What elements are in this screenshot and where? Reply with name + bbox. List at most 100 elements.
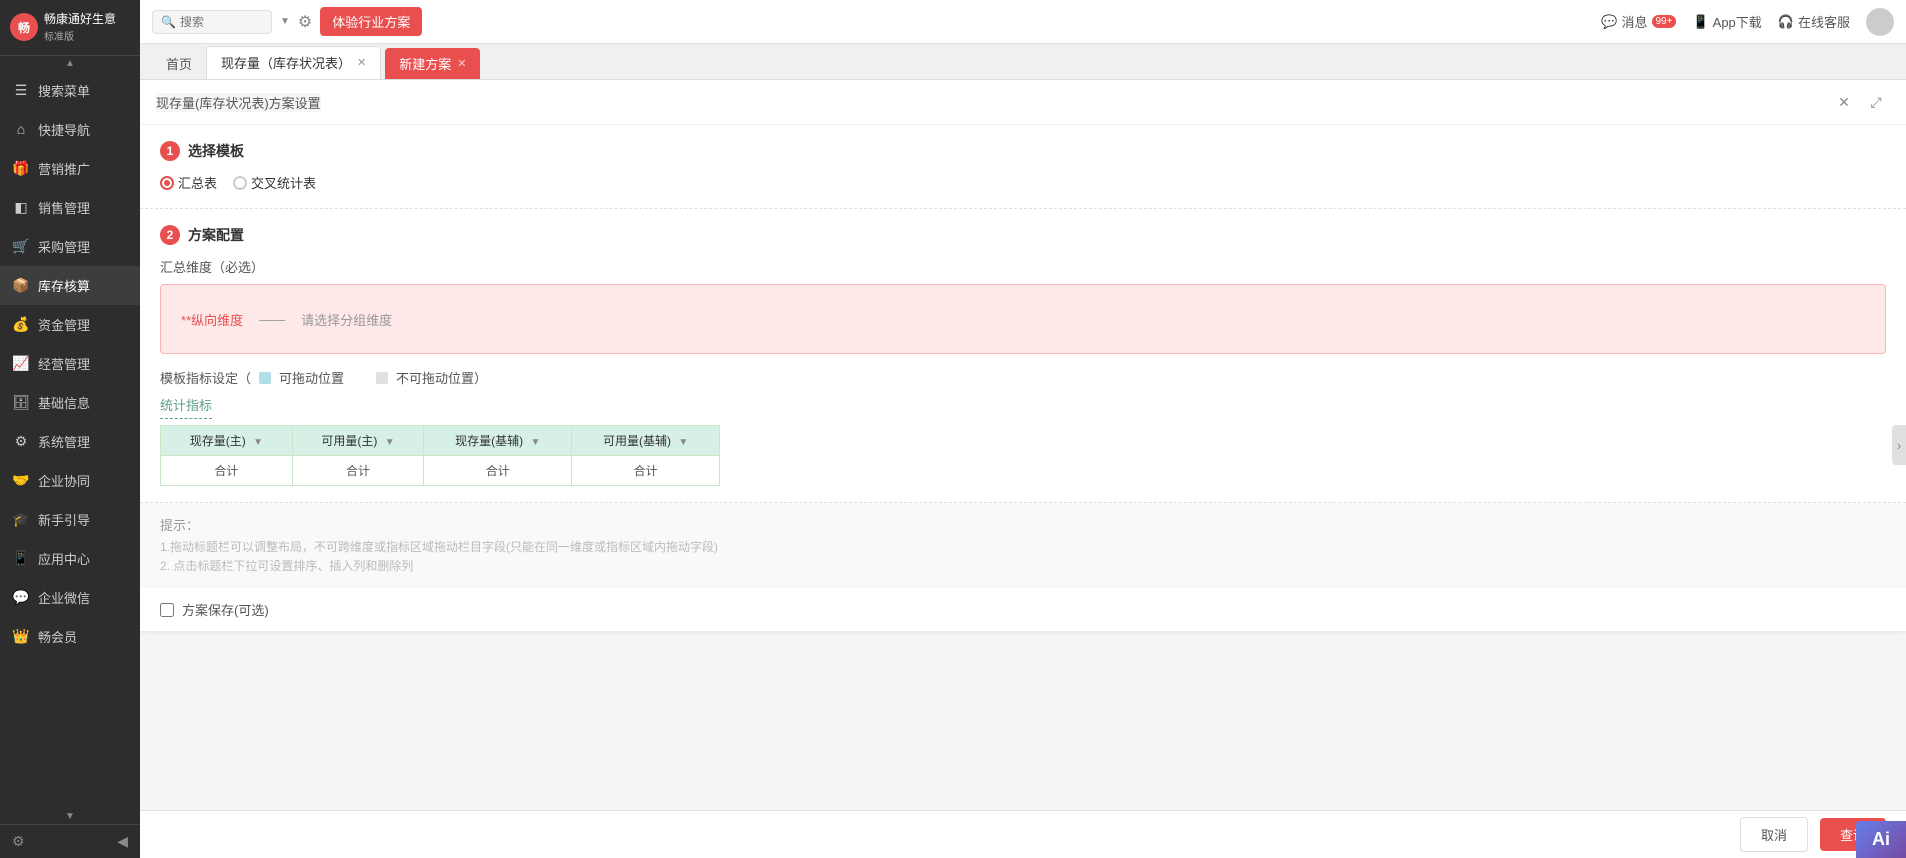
topbar-right: 💬 消息 99+ 📱 App下载 🎧 在线客服 <box>1601 8 1894 36</box>
col-current-aux[interactable]: 现存量(基辅) ▼ <box>424 426 572 456</box>
col-current-main-dropdown[interactable]: ▼ <box>253 437 263 448</box>
sidebar-scroll-up[interactable]: ▲ <box>0 56 140 71</box>
sidebar-item-newbie[interactable]: 🎓 新手引导 <box>0 500 140 539</box>
sidebar-item-search-menu[interactable]: ☰ 搜索菜单 <box>0 71 140 110</box>
section2-title: 2 方案配置 <box>160 225 1886 245</box>
col-available-main[interactable]: 可用量(主) ▼ <box>292 426 424 456</box>
sidebar-item-label: 畅会员 <box>38 627 77 646</box>
tab-inventory-status[interactable]: 现存量（库存状况表） ✕ <box>206 46 381 79</box>
stats-title: 统计指标 <box>160 395 212 419</box>
topbar-dropdown-icon[interactable]: ▼ <box>280 16 290 27</box>
app-download-item[interactable]: 📱 App下载 <box>1692 12 1761 31</box>
member-icon: 👑 <box>12 627 30 645</box>
online-service-item[interactable]: 🎧 在线客服 <box>1778 12 1850 31</box>
col-available-main-dropdown[interactable]: ▼ <box>385 437 395 448</box>
section1-title: 1 选择模板 <box>160 141 1886 161</box>
sidebar-item-label: 采购管理 <box>38 237 90 256</box>
sidebar-item-label: 经营管理 <box>38 354 90 373</box>
save-checkbox[interactable] <box>160 603 174 617</box>
radio-cross-label: 交叉统计表 <box>251 173 316 192</box>
app-download-icon: 📱 <box>1692 14 1708 30</box>
sidebar-item-member[interactable]: 👑 畅会员 <box>0 617 140 656</box>
trial-button[interactable]: 体验行业方案 <box>320 7 422 36</box>
window-controls: ✕ ⤢ <box>1830 88 1890 116</box>
radio-summary-circle <box>160 176 174 190</box>
ai-float-button[interactable]: Ai <box>1856 821 1906 858</box>
sidebar-item-app-center[interactable]: 📱 应用中心 <box>0 539 140 578</box>
tab-home-label: 首页 <box>166 54 192 73</box>
sidebar-item-basic-info[interactable]: 🗄 基础信息 <box>0 383 140 422</box>
sidebar-item-inventory[interactable]: 📦 库存核算 <box>0 266 140 305</box>
sidebar-item-operation[interactable]: 📈 经营管理 <box>0 344 140 383</box>
sidebar-item-purchase[interactable]: 🛒 采购管理 <box>0 227 140 266</box>
radio-summary[interactable]: 汇总表 <box>160 173 217 192</box>
sidebar-item-sales[interactable]: ◧ 销售管理 <box>0 188 140 227</box>
expand-button[interactable]: ⤢ <box>1862 88 1890 116</box>
sidebar-item-label: 库存核算 <box>38 276 90 295</box>
col-current-aux-dropdown[interactable]: ▼ <box>531 437 541 448</box>
section2-number: 2 <box>160 225 180 245</box>
operation-icon: 📈 <box>12 354 30 372</box>
message-icon: 💬 <box>1601 14 1617 30</box>
section-template: 1 选择模板 汇总表 交叉统计表 <box>140 125 1906 209</box>
sidebar-item-system[interactable]: ⚙ 系统管理 <box>0 422 140 461</box>
indicator-section: 模板指标设定（ 可拖动位置 不可拖动位置） 统计指标 现存量 <box>160 368 1886 486</box>
sidebar-nav: ☰ 搜索菜单 ⌂ 快捷导航 🎁 营销推广 ◧ 销售管理 🛒 采购管理 📦 库存核… <box>0 71 140 809</box>
message-badge: 99+ <box>1652 15 1677 28</box>
save-label: 方案保存(可选) <box>182 600 269 619</box>
tab-new-plan-close[interactable]: ✕ <box>457 57 466 70</box>
sidebar-settings-icon[interactable]: ⚙ <box>12 833 25 850</box>
section1-number: 1 <box>160 141 180 161</box>
tab-inventory-status-close[interactable]: ✕ <box>357 56 366 69</box>
content-area: 现存量(库存状况表)方案设置 ✕ ⤢ 1 选择模板 汇总表 <box>140 80 1906 810</box>
basic-info-icon: 🗄 <box>12 393 30 411</box>
logo-text: 畅康通好生意 标准版 <box>44 12 116 43</box>
sidebar-item-marketing[interactable]: 🎁 营销推广 <box>0 149 140 188</box>
sidebar: 畅 畅康通好生意 标准版 ▲ ☰ 搜索菜单 ⌂ 快捷导航 🎁 营销推广 ◧ 销售… <box>0 0 140 858</box>
section-config: 2 方案配置 汇总维度（必选） **纵向维度 —— 请选择分组维度 模板指标设定… <box>140 209 1906 503</box>
sidebar-item-label: 销售管理 <box>38 198 90 217</box>
close-button[interactable]: ✕ <box>1830 88 1858 116</box>
search-icon: 🔍 <box>161 15 176 29</box>
user-avatar[interactable] <box>1866 8 1894 36</box>
sidebar-item-label: 搜索菜单 <box>38 81 90 100</box>
col-available-aux[interactable]: 可用量(基辅) ▼ <box>572 426 720 456</box>
sidebar-item-label: 资金管理 <box>38 315 90 334</box>
main-area: 🔍 ▼ ⚙ 体验行业方案 💬 消息 99+ 📱 App下载 🎧 在线客服 <box>140 0 1906 858</box>
sidebar-item-label: 新手引导 <box>38 510 90 529</box>
logo-icon: 畅 <box>10 13 38 41</box>
cell-available-aux-sub: 合计 <box>572 456 720 486</box>
page-title: 现存量(库存状况表)方案设置 <box>156 93 321 112</box>
tab-new-plan[interactable]: 新建方案 ✕ <box>385 48 480 79</box>
col-available-aux-dropdown[interactable]: ▼ <box>678 437 688 448</box>
search-input[interactable] <box>180 15 260 29</box>
tabbar: 首页 现存量（库存状况表） ✕ 新建方案 ✕ <box>140 44 1906 80</box>
col-current-main[interactable]: 现存量(主) ▼ <box>161 426 293 456</box>
tips-section: 提示： 1.拖动标题栏可以调整布局，不可跨维度或指标区域拖动栏目字段(只能在同一… <box>140 503 1906 588</box>
sidebar-footer: ⚙ ◀ <box>0 824 140 858</box>
sidebar-item-cooperation[interactable]: 🤝 企业协同 <box>0 461 140 500</box>
sidebar-item-wechat[interactable]: 💬 企业微信 <box>0 578 140 617</box>
cancel-button[interactable]: 取消 <box>1740 817 1808 852</box>
tab-new-plan-label: 新建方案 <box>399 54 451 73</box>
sidebar-item-finance[interactable]: 💰 资金管理 <box>0 305 140 344</box>
fixed-badge <box>376 372 388 384</box>
sidebar-menu-icon[interactable]: ◀ <box>117 833 128 850</box>
newbie-icon: 🎓 <box>12 510 30 528</box>
sidebar-item-quick-nav[interactable]: ⌂ 快捷导航 <box>0 110 140 149</box>
table-row: 合计 合计 合计 合计 <box>161 456 720 486</box>
quick-nav-icon: ⌂ <box>12 120 30 138</box>
radio-cross[interactable]: 交叉统计表 <box>233 173 316 192</box>
inventory-icon: 📦 <box>12 276 30 294</box>
topbar-search-box[interactable]: 🔍 <box>152 10 272 34</box>
dim-placeholder: 请选择分组维度 <box>301 310 392 329</box>
tab-home[interactable]: 首页 <box>152 48 206 79</box>
wechat-icon: 💬 <box>12 588 30 606</box>
topbar-gear-icon[interactable]: ⚙ <box>298 12 312 32</box>
sidebar-scroll-down[interactable]: ▼ <box>0 809 140 824</box>
sidebar-item-label: 快捷导航 <box>38 120 90 139</box>
message-item[interactable]: 💬 消息 99+ <box>1601 12 1676 31</box>
stats-table: 现存量(主) ▼ 可用量(主) ▼ 现存量(基辅) ▼ <box>160 425 720 486</box>
right-collapse-btn[interactable]: › <box>1892 425 1906 465</box>
bottombar: 取消 查询 <box>140 810 1906 858</box>
